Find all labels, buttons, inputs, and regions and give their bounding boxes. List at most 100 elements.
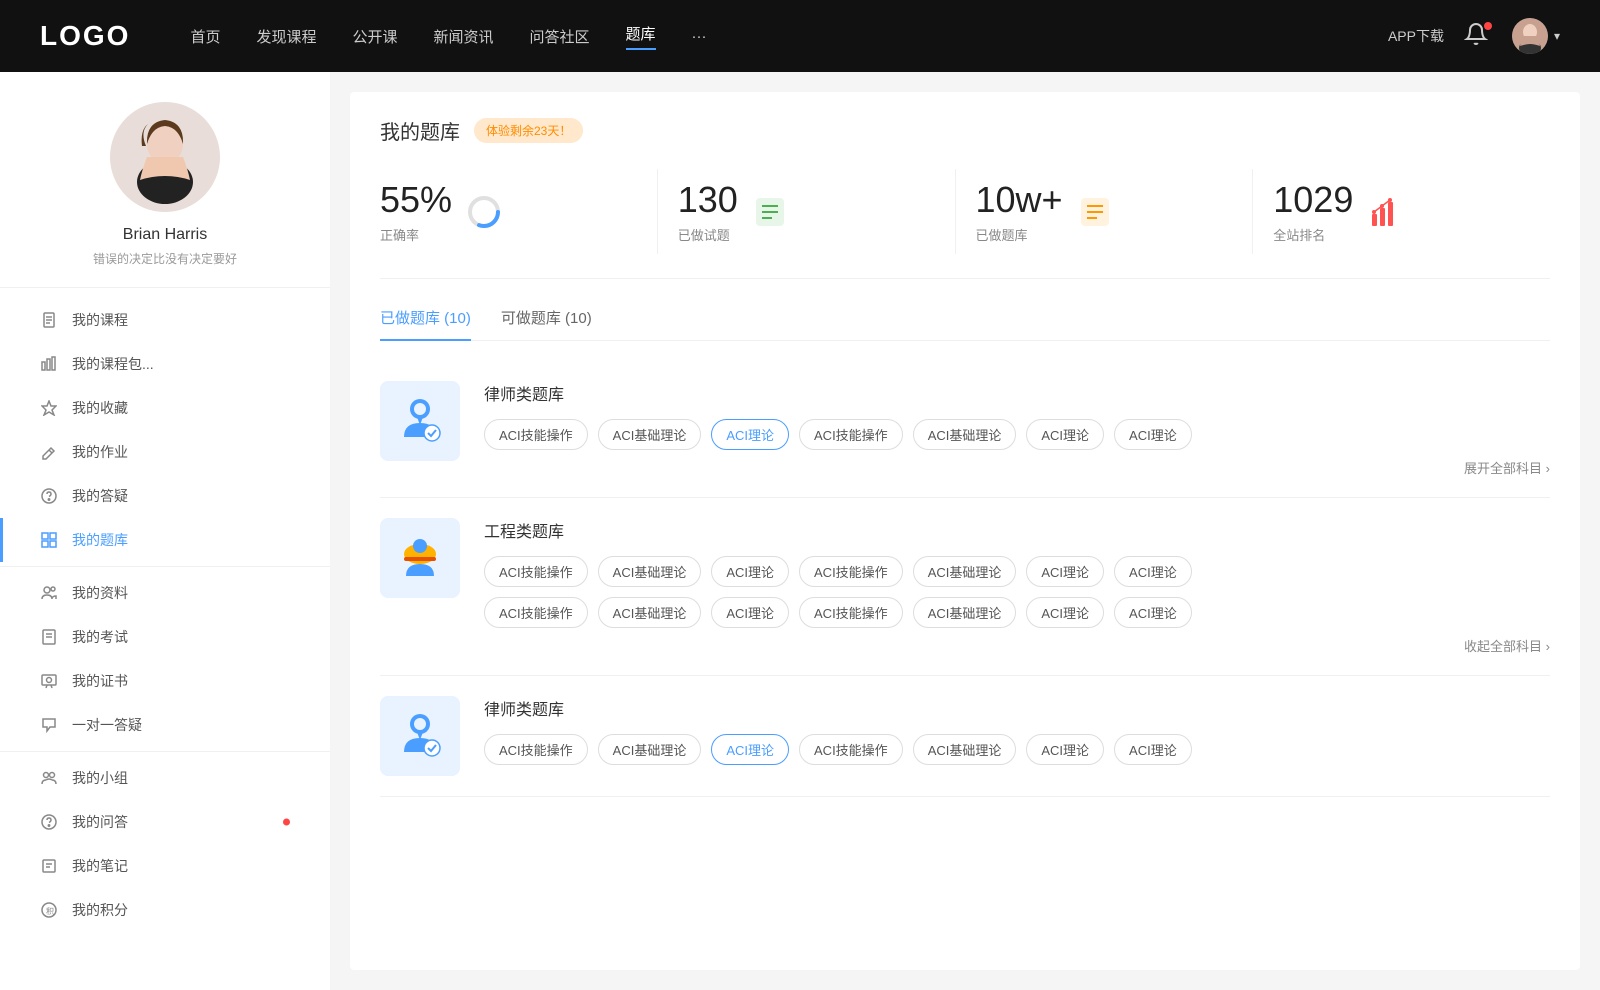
expand-button-lawyer-1[interactable]: 展开全部科目 › [1464, 458, 1550, 477]
content-inner: 我的题库 体验剩余23天！ 55% 正确率 [350, 92, 1580, 970]
notification-badge [1484, 22, 1492, 30]
bank-tag[interactable]: ACI基础理论 [598, 419, 702, 450]
bank-tag[interactable]: ACI技能操作 [799, 597, 903, 628]
sidebar-item-courses[interactable]: 我的课程 [0, 298, 330, 342]
sidebar-item-profile-data[interactable]: 我的资料 [0, 571, 330, 615]
group-icon [40, 769, 58, 787]
sidebar-label-oneonone: 一对一答疑 [72, 715, 142, 735]
divider-2 [0, 751, 330, 752]
navbar: LOGO 首页 发现课程 公开课 新闻资讯 问答社区 题库 ··· APP下载 [0, 0, 1600, 72]
barchart-icon [40, 355, 58, 373]
bank-tag[interactable]: ACI技能操作 [799, 734, 903, 765]
main-nav: 首页 发现课程 公开课 新闻资讯 问答社区 题库 ··· [190, 23, 1388, 50]
sidebar-item-oneonone[interactable]: 一对一答疑 [0, 703, 330, 747]
stat-accuracy-value-wrap: 55% 正确率 [380, 179, 452, 244]
bank-tag[interactable]: ACI技能操作 [484, 419, 588, 450]
stat-banks-value: 10w+ [976, 179, 1063, 221]
bank-tag[interactable]: ACI基础理论 [598, 597, 702, 628]
divider-1 [0, 566, 330, 567]
bank-tag[interactable]: ACI基础理论 [913, 556, 1017, 587]
profile-name: Brian Harris [123, 226, 207, 244]
bank-tag[interactable]: ACI技能操作 [484, 734, 588, 765]
trial-badge: 体验剩余23天！ [474, 118, 583, 143]
nav-discover[interactable]: 发现课程 [256, 26, 316, 47]
bank-tag[interactable]: ACI理论 [1114, 556, 1192, 587]
bank-tag[interactable]: ACI技能操作 [799, 556, 903, 587]
nav-opencourse[interactable]: 公开课 [352, 26, 397, 47]
sidebar-label-profile-data: 我的资料 [72, 583, 128, 603]
nav-questionbank[interactable]: 题库 [626, 23, 656, 50]
sidebar-item-groups[interactable]: 我的小组 [0, 756, 330, 800]
bank-tag[interactable]: ACI理论 [1026, 734, 1104, 765]
sidebar-label-packages: 我的课程包... [72, 354, 154, 374]
sidebar-item-notes[interactable]: 我的笔记 [0, 844, 330, 888]
bank-content-lawyer-2: 律师类题库 ACI技能操作 ACI基础理论 ACI理论 ACI技能操作 ACI基… [484, 696, 1550, 765]
nav-qa[interactable]: 问答社区 [530, 26, 590, 47]
bank-tag[interactable]: ACI基础理论 [913, 734, 1017, 765]
stat-exercises-value-wrap: 130 已做试题 [678, 179, 738, 244]
bank-tag[interactable]: ACI基础理论 [913, 419, 1017, 450]
tab-done-banks[interactable]: 已做题库 (10) [380, 307, 471, 340]
bank-tag[interactable]: ACI技能操作 [484, 597, 588, 628]
bank-tag-active[interactable]: ACI理论 [711, 734, 789, 765]
question-icon [40, 487, 58, 505]
bank-tag[interactable]: ACI理论 [1026, 556, 1104, 587]
stat-banks: 10w+ 已做题库 [956, 169, 1254, 254]
bank-tag[interactable]: ACI基础理论 [598, 556, 702, 587]
sidebar-item-homework[interactable]: 我的作业 [0, 430, 330, 474]
stat-exercises-label: 已做试题 [678, 225, 738, 244]
file-icon [40, 311, 58, 329]
bank-tag[interactable]: ACI理论 [1026, 419, 1104, 450]
avatar [1512, 18, 1548, 54]
sidebar-item-favorites[interactable]: 我的收藏 [0, 386, 330, 430]
bank-tag[interactable]: ACI技能操作 [484, 556, 588, 587]
bank-card-engineer: 工程类题库 ACI技能操作 ACI基础理论 ACI理论 ACI技能操作 ACI基… [380, 498, 1550, 676]
pie-chart-icon [466, 194, 502, 230]
bank-tag[interactable]: ACI基础理论 [598, 734, 702, 765]
bank-name-lawyer-1: 律师类题库 [484, 381, 1550, 405]
user-avatar-button[interactable]: ▾ [1512, 18, 1560, 54]
bank-tag[interactable]: ACI基础理论 [913, 597, 1017, 628]
nav-home[interactable]: 首页 [190, 26, 220, 47]
bank-tag[interactable]: ACI技能操作 [799, 419, 903, 450]
sidebar-item-points[interactable]: 积 我的积分 [0, 888, 330, 932]
stat-rank-value-wrap: 1029 全站排名 [1273, 179, 1353, 244]
list-orange-icon [1077, 194, 1113, 230]
nav-more[interactable]: ··· [692, 28, 707, 45]
nav-news[interactable]: 新闻资讯 [434, 26, 494, 47]
logo[interactable]: LOGO [40, 20, 130, 52]
bank-tag[interactable]: ACI理论 [711, 556, 789, 587]
points-icon: 积 [40, 901, 58, 919]
bank-icon-lawyer-1 [380, 381, 460, 461]
collapse-button-engineer[interactable]: 收起全部科目 › [1464, 636, 1550, 655]
bank-tag[interactable]: ACI理论 [1114, 597, 1192, 628]
bank-content-lawyer-1: 律师类题库 ACI技能操作 ACI基础理论 ACI理论 ACI技能操作 ACI基… [484, 381, 1550, 477]
stat-accuracy: 55% 正确率 [380, 169, 658, 254]
sidebar-item-packages[interactable]: 我的课程包... [0, 342, 330, 386]
bank-tag[interactable]: ACI理论 [1026, 597, 1104, 628]
sidebar-label-questionbank: 我的题库 [72, 530, 128, 550]
sidebar-item-certificates[interactable]: 我的证书 [0, 659, 330, 703]
bank-tag[interactable]: ACI理论 [711, 597, 789, 628]
sidebar-item-exams[interactable]: 我的考试 [0, 615, 330, 659]
sidebar-item-qa[interactable]: 我的答疑 [0, 474, 330, 518]
stat-rank-label: 全站排名 [1273, 225, 1353, 244]
sidebar-label-notes: 我的笔记 [72, 856, 128, 876]
star-icon [40, 399, 58, 417]
sidebar-label-homework: 我的作业 [72, 442, 128, 462]
notification-button[interactable] [1464, 22, 1492, 50]
sidebar-item-myquestions[interactable]: 我的问答 [0, 800, 330, 844]
tab-available-banks[interactable]: 可做题库 (10) [501, 307, 592, 340]
bank-card-lawyer-1: 律师类题库 ACI技能操作 ACI基础理论 ACI理论 ACI技能操作 ACI基… [380, 361, 1550, 498]
chat-icon [40, 716, 58, 734]
bank-tag[interactable]: ACI理论 [1114, 419, 1192, 450]
bank-icon-engineer [380, 518, 460, 598]
navbar-right: APP下载 ▾ [1388, 18, 1560, 54]
bank-tag[interactable]: ACI理论 [1114, 734, 1192, 765]
sidebar-menu: 我的课程 我的课程包... 我的收藏 我的作业 [0, 288, 330, 942]
app-download-button[interactable]: APP下载 [1388, 26, 1444, 46]
sidebar-item-questionbank[interactable]: 我的题库 [0, 518, 330, 562]
bank-tag-active[interactable]: ACI理论 [711, 419, 789, 450]
sidebar-label-points: 我的积分 [72, 900, 128, 920]
users-icon [40, 584, 58, 602]
